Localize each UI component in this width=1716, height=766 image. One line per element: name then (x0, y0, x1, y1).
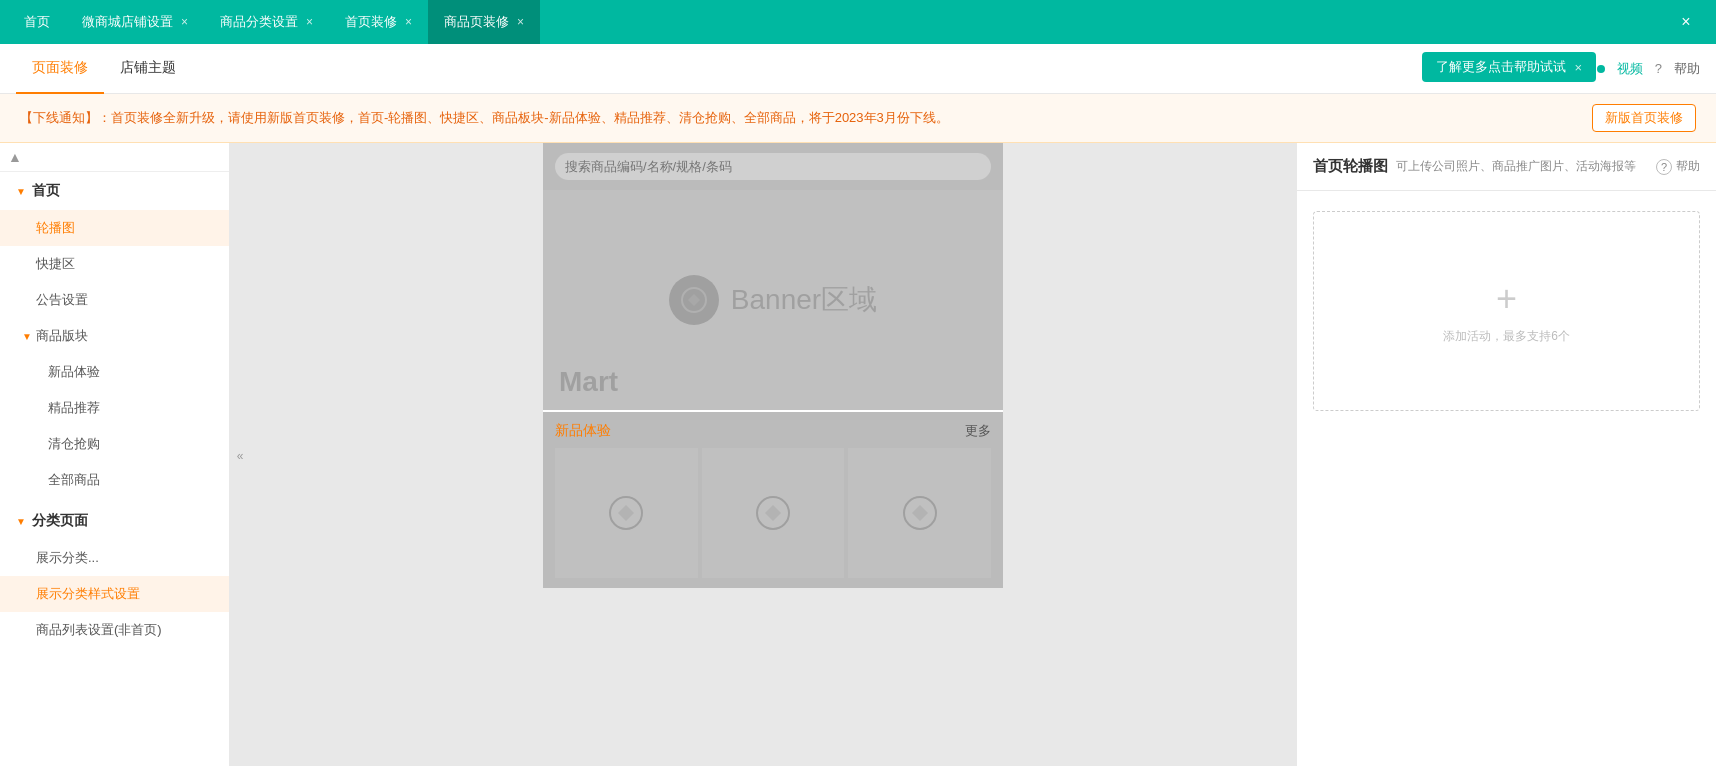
preview-banner-content: Banner区域 (669, 275, 877, 325)
sidebar-item-new-experience[interactable]: 新品体验 (0, 354, 229, 390)
nav-product-decor-label: 商品页装修 (444, 13, 509, 31)
sidebar-item-shortcuts[interactable]: 快捷区 (0, 246, 229, 282)
notice-bar: 【下线通知】：首页装修全新升级，请使用新版首页装修，首页-轮播图、快捷区、商品板… (0, 94, 1716, 143)
preview-search-bar (543, 143, 1003, 190)
close-store-settings-icon[interactable]: × (181, 15, 188, 29)
subsection-product-arrow: ▼ (22, 331, 32, 342)
help-label[interactable]: 帮助 (1674, 60, 1700, 78)
help-circle-icon: ? (1656, 159, 1672, 175)
sub-tabs-bar: 页面装修 店铺主题 了解更多点击帮助试试 × 视频 ? 帮助 (0, 44, 1716, 94)
sidebar-item-notice[interactable]: 公告设置 (0, 282, 229, 318)
preview-banner-area: Banner区域 Mart (543, 190, 1003, 410)
right-panel-description: 可上传公司照片、商品推广图片、活动海报等 (1396, 158, 1636, 175)
sidebar-section-category[interactable]: ▼ 分类页面 (0, 502, 229, 540)
preview-search-input[interactable] (555, 153, 991, 180)
sidebar-item-category-style-label: 展示分类样式设置 (36, 586, 140, 601)
sidebar-item-carousel[interactable]: 轮播图 (0, 210, 229, 246)
right-panel-title: 首页轮播图 (1313, 157, 1388, 176)
notice-text-content: 【下线通知】：首页装修全新升级，请使用新版首页装修，首页-轮播图、快捷区、商品板… (20, 110, 949, 125)
nav-home[interactable]: 首页 (8, 0, 66, 44)
sidebar: ▲ ▼ 首页 轮播图 快捷区 公告设置 ▼ 商品版块 新品体验 精品推荐 清仓抢… (0, 143, 230, 766)
preview-product-grid (555, 448, 991, 578)
sidebar-item-product-list-label: 商品列表设置(非首页) (36, 622, 162, 637)
close-product-category-icon[interactable]: × (306, 15, 313, 29)
preview-product-card-3 (848, 448, 991, 578)
mart-label: Mart (559, 366, 618, 397)
right-panel-help-button[interactable]: ? 帮助 (1656, 158, 1700, 175)
sidebar-subsection-product-block[interactable]: ▼ 商品版块 (0, 318, 229, 354)
nav-home-decor[interactable]: 首页装修 × (329, 0, 428, 44)
preview-phone-frame: Banner区域 Mart 新品体验 更多 (543, 143, 1003, 588)
center-preview-area: Banner区域 Mart 新品体验 更多 (250, 143, 1296, 766)
help-banner: 了解更多点击帮助试试 × (1422, 52, 1596, 82)
video-label[interactable]: 视频 (1617, 60, 1643, 78)
main-layout: ▲ ▼ 首页 轮播图 快捷区 公告设置 ▼ 商品版块 新品体验 精品推荐 清仓抢… (0, 143, 1716, 766)
sidebar-item-product-list-settings[interactable]: 商品列表设置(非首页) (0, 612, 229, 648)
preview-product-card-1 (555, 448, 698, 578)
sidebar-item-all-products[interactable]: 全部商品 (0, 462, 229, 498)
nav-store-settings-label: 微商城店铺设置 (82, 13, 173, 31)
help-actions: 视频 ? 帮助 (1597, 60, 1700, 78)
section-home-label: 首页 (32, 182, 60, 200)
right-panel-header: 首页轮播图 可上传公司照片、商品推广图片、活动海报等 ? 帮助 (1297, 143, 1716, 191)
tab-store-theme[interactable]: 店铺主题 (104, 44, 192, 94)
sidebar-item-clearance[interactable]: 清仓抢购 (0, 426, 229, 462)
sidebar-item-featured[interactable]: 精品推荐 (0, 390, 229, 426)
nav-home-label: 首页 (24, 13, 50, 31)
close-home-decor-icon[interactable]: × (405, 15, 412, 29)
top-navigation: 首页 微商城店铺设置 × 商品分类设置 × 首页装修 × 商品页装修 × × (0, 0, 1716, 44)
nav-close-all-button[interactable]: × (1664, 0, 1708, 44)
help-banner-text: 了解更多点击帮助试试 (1436, 58, 1566, 76)
preview-banner-text-label: Banner区域 (731, 281, 877, 319)
preview-product-card-2 (702, 448, 845, 578)
right-panel: 首页轮播图 可上传公司照片、商品推广图片、活动海报等 ? 帮助 + 添加活动，最… (1296, 143, 1716, 766)
new-version-button[interactable]: 新版首页装修 (1592, 104, 1696, 132)
preview-section-more: 更多 (965, 422, 991, 440)
upload-text-label: 添加活动，最多支持6个 (1443, 328, 1570, 345)
preview-new-products-section: 新品体验 更多 (543, 412, 1003, 588)
notice-text: 【下线通知】：首页装修全新升级，请使用新版首页装修，首页-轮播图、快捷区、商品板… (20, 109, 949, 127)
upload-plus-icon: + (1496, 278, 1517, 320)
collapse-up-icon[interactable]: ▲ (8, 149, 22, 165)
help-question-icon: ? (1655, 61, 1662, 76)
sidebar-item-show-category[interactable]: 展示分类... (0, 540, 229, 576)
sidebar-item-carousel-label: 轮播图 (36, 220, 75, 235)
close-product-decor-icon[interactable]: × (517, 15, 524, 29)
sidebar-item-new-exp-label: 新品体验 (48, 364, 100, 379)
sidebar-collapse-toggle[interactable]: « (230, 143, 250, 766)
preview-mart-text: Mart (559, 366, 618, 398)
sidebar-item-clearance-label: 清仓抢购 (48, 436, 100, 451)
subsection-product-label: 商品版块 (36, 327, 88, 345)
nav-home-decor-label: 首页装修 (345, 13, 397, 31)
collapse-chevron-icon: « (237, 449, 244, 463)
sidebar-item-category-style[interactable]: 展示分类样式设置 (0, 576, 229, 612)
sidebar-item-show-category-label: 展示分类... (36, 550, 99, 565)
section-category-arrow: ▼ (16, 516, 26, 527)
nav-product-category[interactable]: 商品分类设置 × (204, 0, 329, 44)
section-category-label: 分类页面 (32, 512, 88, 530)
sidebar-item-shortcuts-label: 快捷区 (36, 256, 75, 271)
sidebar-item-featured-label: 精品推荐 (48, 400, 100, 415)
upload-area[interactable]: + 添加活动，最多支持6个 (1313, 211, 1700, 411)
nav-product-category-label: 商品分类设置 (220, 13, 298, 31)
preview-section-header: 新品体验 更多 (555, 422, 991, 440)
sidebar-section-home[interactable]: ▼ 首页 (0, 172, 229, 210)
tab-store-theme-label: 店铺主题 (120, 59, 176, 77)
nav-product-decor[interactable]: 商品页装修 × (428, 0, 540, 44)
preview-banner-icon (669, 275, 719, 325)
tab-page-decor-label: 页面装修 (32, 59, 88, 77)
nav-store-settings[interactable]: 微商城店铺设置 × (66, 0, 204, 44)
sidebar-item-all-products-label: 全部商品 (48, 472, 100, 487)
preview-section-title: 新品体验 (555, 422, 611, 440)
help-banner-close-icon[interactable]: × (1574, 60, 1582, 75)
right-panel-help-label: 帮助 (1676, 158, 1700, 175)
right-panel-title-group: 首页轮播图 可上传公司照片、商品推广图片、活动海报等 (1313, 157, 1636, 176)
section-home-arrow: ▼ (16, 186, 26, 197)
video-dot (1597, 65, 1605, 73)
sidebar-item-notice-label: 公告设置 (36, 292, 88, 307)
tab-page-decor[interactable]: 页面装修 (16, 44, 104, 94)
